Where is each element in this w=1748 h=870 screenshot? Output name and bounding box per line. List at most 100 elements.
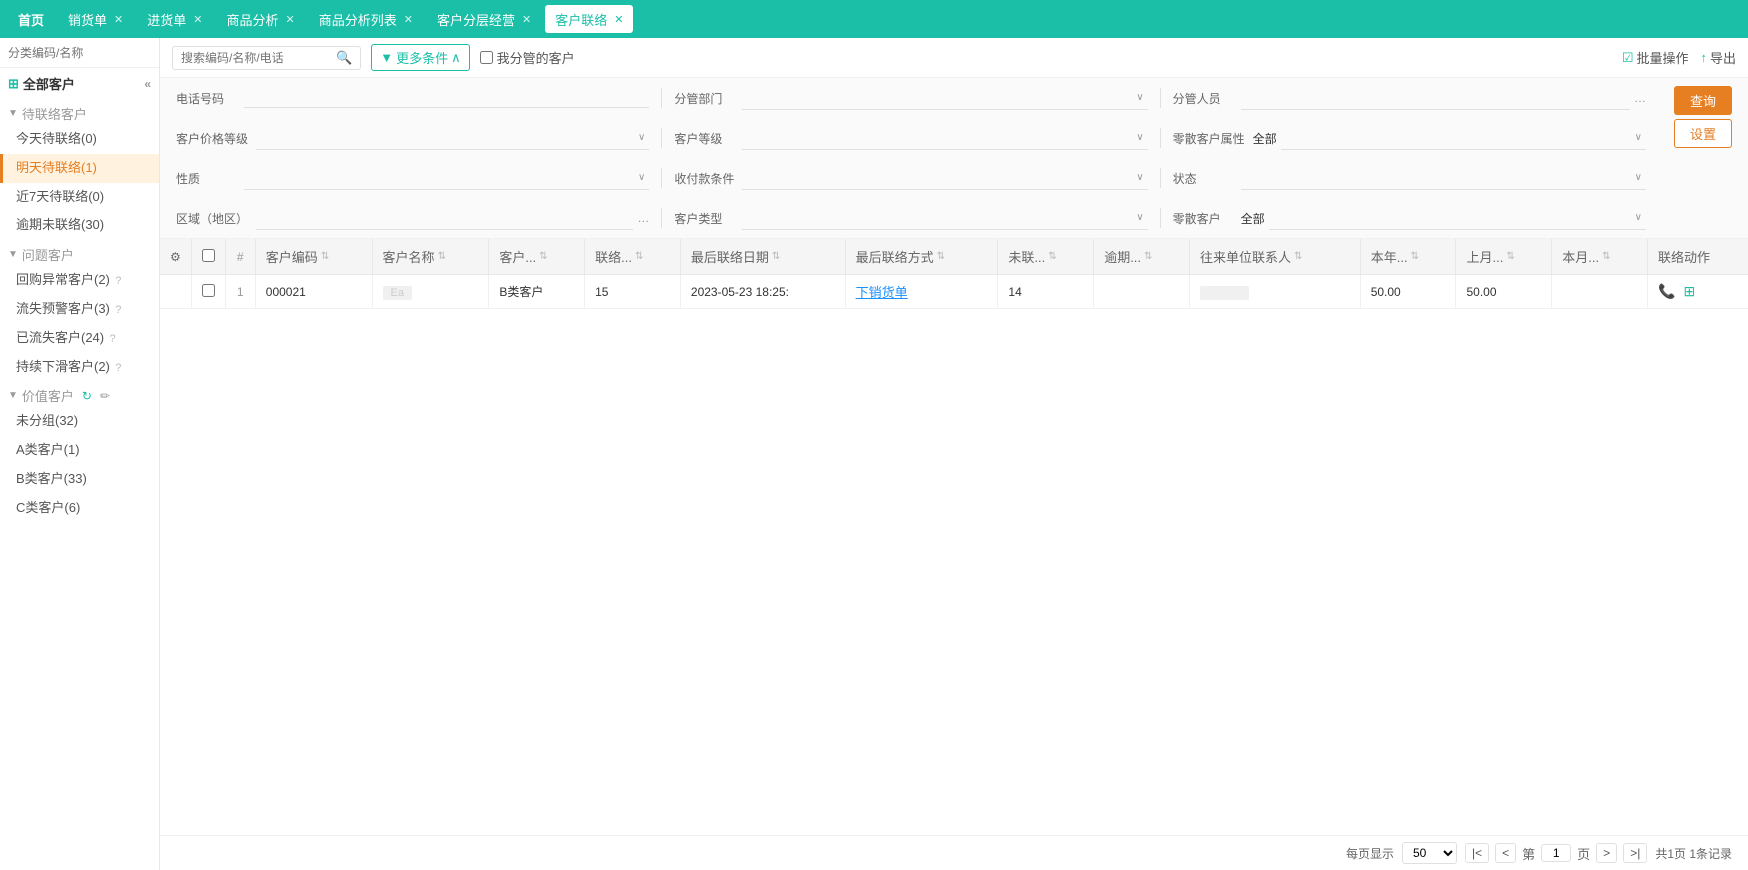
status-select[interactable]: ∨ [1241, 166, 1646, 190]
retail-attr-select[interactable]: ∨ [1281, 126, 1646, 150]
my-customers-checkbox[interactable] [480, 51, 493, 64]
th-name[interactable]: 客户名称⇅ [372, 239, 489, 275]
filter-search-icon[interactable]: 🔍 [336, 50, 352, 66]
td-num: 1 [225, 275, 255, 309]
page-suffix: 页 [1577, 844, 1590, 863]
dept-select[interactable]: ∨ [742, 86, 1147, 110]
page-input[interactable] [1541, 844, 1571, 862]
contacts-person-blurred [1200, 286, 1249, 300]
sidebar-search-input[interactable] [8, 46, 160, 60]
filter-more-btn[interactable]: ▼ 更多条件 ∧ [371, 44, 469, 71]
th-settings[interactable]: ⚙ [160, 239, 191, 275]
sidebar-item-overdue[interactable]: 逾期未联络(30) [0, 211, 159, 240]
uncontacted-sort-icon: ⇅ [1048, 251, 1056, 262]
nav-product-analysis-close[interactable]: ✕ [286, 13, 295, 26]
sidebar-item-today[interactable]: 今天待联络(0) [0, 125, 159, 154]
problem-arrow: ▼ [8, 249, 18, 260]
region-dots[interactable]: … [637, 211, 649, 225]
manager-field[interactable] [1241, 86, 1630, 110]
th-uncontacted[interactable]: 未联...⇅ [998, 239, 1094, 275]
nav-sales[interactable]: 销货单 ✕ [58, 5, 133, 33]
value-edit-icon[interactable]: ✏ [100, 389, 110, 403]
customer-type-label: 客户类型 [674, 210, 734, 227]
prev-page-btn[interactable]: < [1495, 843, 1516, 863]
th-checkbox[interactable] [191, 239, 225, 275]
query-btn[interactable]: 查询 [1674, 86, 1732, 115]
sidebar-all-customers[interactable]: ⊞ 全部客户 « [0, 68, 159, 99]
sidebar-item-tomorrow[interactable]: 明天待联络(1) [0, 154, 159, 183]
batch-op-btn[interactable]: ☑ 批量操作 [1622, 48, 1689, 67]
sidebar-item-class-c[interactable]: C类客户(6) [0, 494, 159, 523]
last-page-btn[interactable]: >| [1623, 843, 1647, 863]
th-this-year[interactable]: 本年...⇅ [1360, 239, 1456, 275]
sidebar-collapse-btn[interactable]: « [144, 77, 151, 91]
price-level-select[interactable]: ∨ [256, 126, 649, 150]
filter-row-1: 电话号码 分管部门 ∨ 分管人员 [176, 86, 1646, 110]
nav-customer-contact-close[interactable]: ✕ [614, 13, 623, 26]
more-action-icon[interactable]: ⊞ [1683, 283, 1695, 300]
th-contacts[interactable]: 联络...⇅ [585, 239, 681, 275]
unclassified-label: 未分组(32) [16, 413, 78, 428]
per-page-select[interactable]: 50 100 200 [1402, 842, 1457, 864]
nav-home[interactable]: 首页 [8, 5, 54, 33]
nav-customer-layered-close[interactable]: ✕ [522, 13, 531, 26]
problem-title: 问题客户 [22, 245, 74, 264]
last-contact-method-link[interactable]: 下销货单 [856, 285, 908, 300]
pending-title: 待联络客户 [22, 104, 87, 123]
th-last-month[interactable]: 上月...⇅ [1456, 239, 1552, 275]
th-code[interactable]: 客户编码⇅ [255, 239, 372, 275]
th-this-month[interactable]: 本月...⇅ [1552, 239, 1648, 275]
sidebar-search-area: 🔍 [0, 38, 159, 68]
filter-search-input[interactable] [181, 51, 336, 65]
sidebar-item-continuous-decline[interactable]: 持续下滑客户(2) ? [0, 353, 159, 382]
td-contacts-person [1189, 275, 1360, 309]
nature-select[interactable]: ∨ [244, 166, 649, 190]
th-overdue[interactable]: 逾期...⇅ [1094, 239, 1190, 275]
sidebar-item-lost-actual[interactable]: 已流失客户(24) ? [0, 324, 159, 353]
sidebar-item-lost[interactable]: 流失预警客户(3) ? [0, 295, 159, 324]
customer-level-select[interactable]: ∨ [742, 126, 1147, 150]
phone-input[interactable] [244, 89, 649, 108]
export-label: 导出 [1710, 48, 1736, 67]
settings-btn[interactable]: 设置 [1674, 119, 1732, 148]
first-page-btn[interactable]: |< [1465, 843, 1489, 863]
value-refresh-icon[interactable]: ↻ [82, 389, 92, 403]
phone-action-icon[interactable]: 📞 [1658, 283, 1675, 300]
customer-type-select[interactable]: ∨ [742, 206, 1147, 230]
sidebar-item-repurchase-abnormal[interactable]: 回购异常客户(2) ? [0, 266, 159, 295]
nav-product-analysis[interactable]: 商品分析 ✕ [216, 5, 304, 33]
page-label: 第 [1522, 844, 1535, 863]
th-last-contact-method[interactable]: 最后联络方式⇅ [845, 239, 998, 275]
td-checkbox[interactable] [191, 275, 225, 309]
sidebar-item-unclassified[interactable]: 未分组(32) [0, 407, 159, 436]
my-customers-checkbox-label[interactable]: 我分管的客户 [480, 48, 575, 67]
nav-product-analysis-table[interactable]: 商品分析列表 ✕ [309, 5, 423, 33]
payment-select[interactable]: ∨ [742, 166, 1147, 190]
nav-product-analysis-table-close[interactable]: ✕ [404, 13, 413, 26]
export-icon: ↑ [1700, 50, 1707, 65]
nav-purchase-close[interactable]: ✕ [193, 13, 202, 26]
nav-purchase[interactable]: 进货单 ✕ [137, 5, 212, 33]
code-sort-icon: ⇅ [321, 251, 329, 262]
nav-sales-close[interactable]: ✕ [114, 13, 123, 26]
lost-actual-label: 已流失客户(24) [16, 330, 104, 345]
sidebar-item-week[interactable]: 近7天待联络(0) [0, 183, 159, 212]
nav-customer-contact[interactable]: 客户联络 ✕ [545, 5, 633, 33]
manager-dots[interactable]: … [1634, 91, 1646, 105]
td-last-contact-method[interactable]: 下销货单 [845, 275, 998, 309]
th-type[interactable]: 客户...⇅ [489, 239, 585, 275]
th-contacts-person[interactable]: 往来单位联系人⇅ [1189, 239, 1360, 275]
select-all-checkbox[interactable] [202, 249, 215, 262]
export-btn[interactable]: ↑ 导出 [1700, 48, 1736, 67]
sidebar-item-class-b[interactable]: B类客户(33) [0, 465, 159, 494]
next-page-btn[interactable]: > [1596, 843, 1617, 863]
th-last-contact-date[interactable]: 最后联络日期⇅ [680, 239, 845, 275]
pending-arrow: ▼ [8, 108, 18, 119]
retail-select[interactable]: ∨ [1269, 206, 1646, 230]
retail-attr-value: 全部 [1253, 130, 1277, 147]
row-checkbox[interactable] [202, 284, 215, 297]
nav-customer-layered[interactable]: 客户分层经营 ✕ [427, 5, 541, 33]
region-field[interactable] [256, 206, 633, 230]
retail-value: 全部 [1241, 210, 1265, 227]
sidebar-item-class-a[interactable]: A类客户(1) [0, 436, 159, 465]
